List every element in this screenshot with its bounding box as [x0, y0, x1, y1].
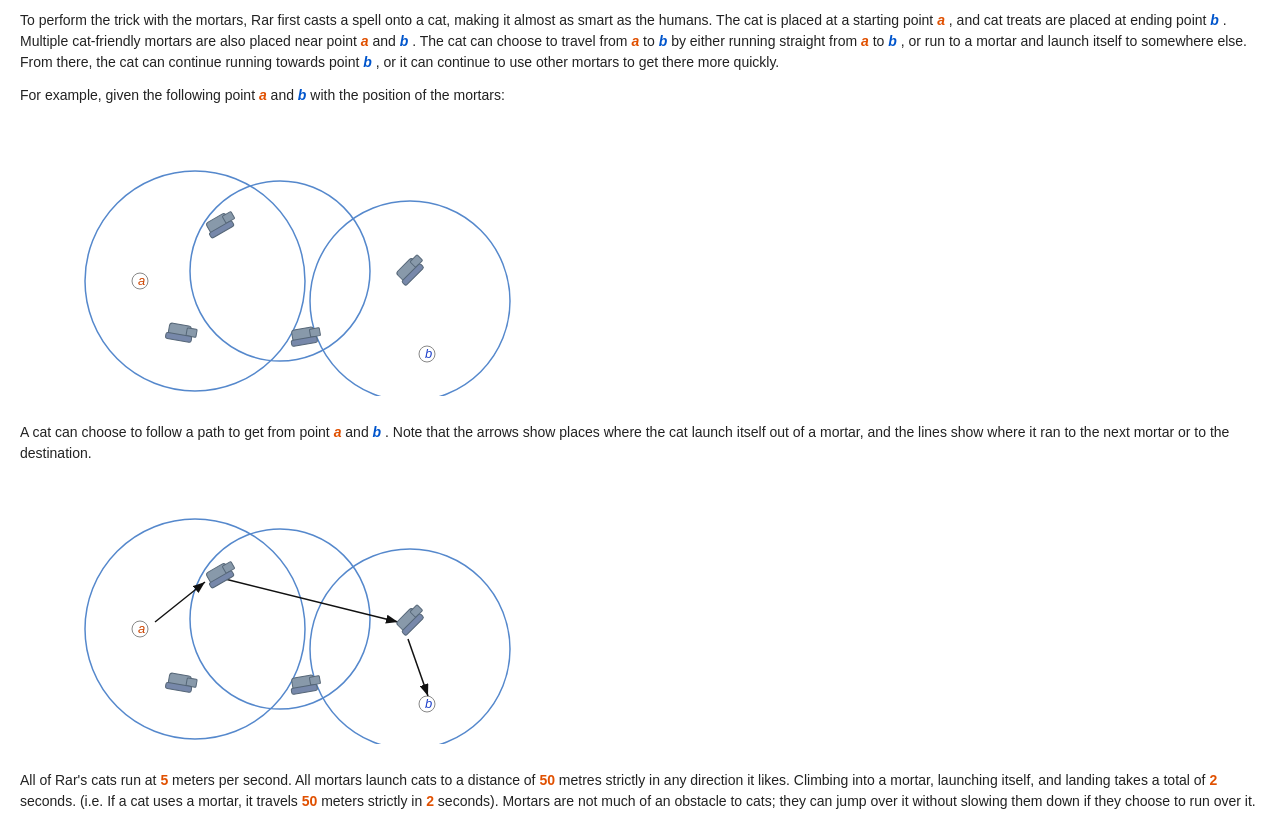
- text: to: [643, 33, 655, 49]
- point-a-3: a: [631, 33, 639, 49]
- text: and: [271, 87, 294, 103]
- point-b-4: b: [888, 33, 897, 49]
- svg-text:b: b: [425, 696, 432, 711]
- text: seconds. (i.e. If a cat uses a mortar, i…: [20, 793, 298, 809]
- text: meters per second. All mortars launch ca…: [172, 772, 535, 788]
- point-b-1: b: [1210, 12, 1219, 28]
- text: , and cat treats are placed at ending po…: [949, 12, 1207, 28]
- point-a-4: a: [861, 33, 869, 49]
- svg-point-2: [310, 201, 510, 396]
- num-5: 2: [426, 793, 434, 809]
- svg-point-1: [190, 181, 370, 361]
- text: and: [373, 33, 396, 49]
- point-b: b: [373, 424, 382, 440]
- paragraph-1: To perform the trick with the mortars, R…: [20, 10, 1260, 73]
- point-b-3: b: [659, 33, 668, 49]
- point-b: b: [298, 87, 307, 103]
- text: by either running straight from: [671, 33, 857, 49]
- svg-text:b: b: [425, 346, 432, 361]
- svg-line-28: [225, 579, 398, 622]
- point-a: a: [334, 424, 342, 440]
- point-a-1: a: [937, 12, 945, 28]
- text: All of Rar's cats run at: [20, 772, 157, 788]
- svg-point-0: [85, 171, 305, 391]
- num-1: 5: [160, 772, 168, 788]
- num-3: 2: [1209, 772, 1217, 788]
- point-a: a: [259, 87, 267, 103]
- diagram-2: a b: [50, 474, 1260, 750]
- svg-text:a: a: [138, 621, 145, 636]
- paragraph-2: For example, given the following point a…: [20, 85, 1260, 106]
- point-b-5: b: [363, 54, 372, 70]
- text: To perform the trick with the mortars, R…: [20, 12, 933, 28]
- text: , or it can continue to use other mortar…: [376, 54, 780, 70]
- point-b-2: b: [400, 33, 409, 49]
- point-a-2: a: [361, 33, 369, 49]
- text: A cat can choose to follow a path to get…: [20, 424, 330, 440]
- svg-text:a: a: [138, 273, 145, 288]
- svg-line-27: [155, 582, 205, 622]
- text: meters strictly in: [321, 793, 422, 809]
- svg-rect-37: [309, 676, 320, 686]
- svg-rect-14: [309, 328, 320, 338]
- svg-line-29: [408, 639, 428, 696]
- num-4: 50: [302, 793, 318, 809]
- num-2: 50: [539, 772, 555, 788]
- svg-point-21: [190, 529, 370, 709]
- paragraph-3: A cat can choose to follow a path to get…: [20, 422, 1260, 464]
- text: and: [345, 424, 368, 440]
- diagram-1: a b: [50, 116, 1260, 402]
- svg-point-20: [85, 519, 305, 739]
- text: seconds). Mortars are not much of an obs…: [438, 793, 1256, 809]
- paragraph-4: All of Rar's cats run at 5 meters per se…: [20, 770, 1260, 812]
- text: with the position of the mortars:: [310, 87, 505, 103]
- text: metres strictly in any direction it like…: [559, 772, 1206, 788]
- text: to: [873, 33, 885, 49]
- text: For example, given the following point: [20, 87, 255, 103]
- text: . The cat can choose to travel from: [412, 33, 627, 49]
